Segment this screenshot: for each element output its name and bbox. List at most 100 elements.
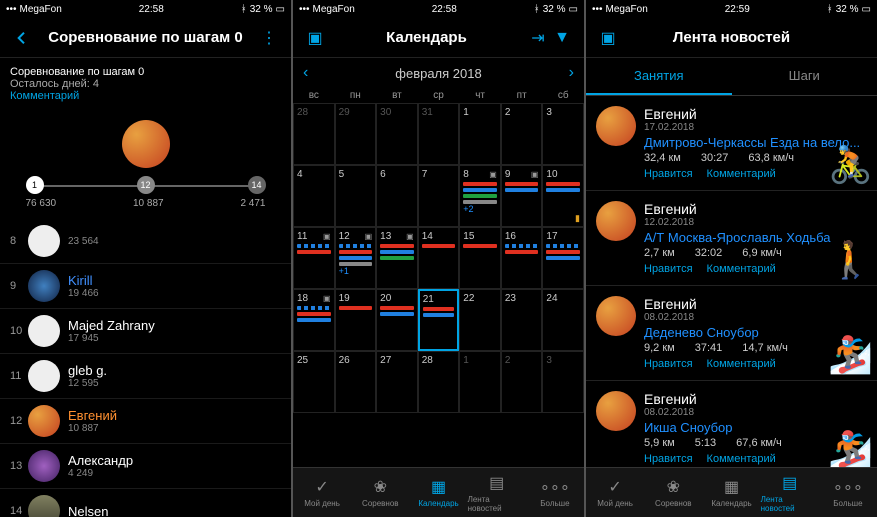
tab-myday[interactable]: ✓Мой день: [293, 468, 351, 517]
leaderboard-row[interactable]: 14 Nelsen: [0, 489, 291, 517]
prev-month-icon[interactable]: ‹: [303, 64, 308, 82]
header: ▣ Лента новостей: [586, 18, 877, 58]
calendar-cell[interactable]: 3: [542, 351, 584, 413]
competition-summary: Соревнование по шагам 0 Осталось дней: 4…: [0, 58, 291, 110]
calendar-cell[interactable]: 7: [418, 165, 460, 227]
calendar-cell[interactable]: 10▮: [542, 165, 584, 227]
calendar-cell[interactable]: 31: [418, 103, 460, 165]
like-button[interactable]: Нравится: [644, 168, 693, 180]
inbox-icon[interactable]: ▣: [303, 26, 327, 50]
like-button[interactable]: Нравится: [644, 263, 693, 275]
avatar: [596, 106, 636, 146]
activity-bar: [463, 244, 497, 248]
calendar-cell[interactable]: 17: [542, 227, 584, 289]
calendar-cell[interactable]: 21: [418, 289, 460, 351]
like-button[interactable]: Нравится: [644, 453, 693, 465]
calendar-cell[interactable]: 1: [459, 103, 501, 165]
calendar-cell[interactable]: 1: [459, 351, 501, 413]
calendar-cell[interactable]: 5: [335, 165, 377, 227]
avatar: [596, 201, 636, 241]
stat-speed: 6,9 км/ч: [742, 247, 782, 259]
laurel-icon: ❀: [374, 477, 387, 497]
next-month-icon[interactable]: ›: [569, 64, 574, 82]
comment-button[interactable]: Комментарий: [707, 263, 776, 275]
activity-date: 17.02.2018: [644, 122, 867, 133]
tab-newsfeed[interactable]: ▤Лента новостей: [761, 468, 819, 517]
tab-label: Календарь: [418, 499, 458, 508]
leaderboard-row[interactable]: 13 Александр 4 249: [0, 444, 291, 489]
filter-icon[interactable]: ▼: [550, 26, 574, 50]
tab-label: Мой день: [597, 499, 633, 508]
tab-competitions[interactable]: ❀Соревнов: [644, 468, 702, 517]
calendar-cell[interactable]: 24: [542, 289, 584, 351]
calendar-cell[interactable]: 27: [376, 351, 418, 413]
calendar-cell[interactable]: 2: [501, 351, 543, 413]
tab-more[interactable]: ∘∘∘Больше: [526, 468, 584, 517]
calendar-cell[interactable]: 15: [459, 227, 501, 289]
calendar-cell[interactable]: 12▣+1: [335, 227, 377, 289]
import-icon[interactable]: ⇥: [526, 26, 550, 50]
tab-calendar[interactable]: ▦Календарь: [702, 468, 760, 517]
weekday: вт: [376, 90, 418, 101]
tab-newsfeed[interactable]: ▤Лента новостей: [468, 468, 526, 517]
tab-calendar[interactable]: ▦Календарь: [409, 468, 467, 517]
tab-competitions[interactable]: ❀Соревнов: [351, 468, 409, 517]
month-label: февраля 2018: [395, 66, 481, 81]
calendar-cell[interactable]: 2: [501, 103, 543, 165]
calendar-cell[interactable]: 30: [376, 103, 418, 165]
calendar-cell[interactable]: 22: [459, 289, 501, 351]
tab-myday[interactable]: ✓Мой день: [586, 468, 644, 517]
tab-activities[interactable]: Занятия: [586, 58, 732, 95]
calendar-cell[interactable]: 16: [501, 227, 543, 289]
back-icon[interactable]: [10, 26, 34, 50]
tab-label: Лента новостей: [761, 495, 819, 513]
tab-more[interactable]: ∘∘∘Больше: [819, 468, 877, 517]
leaderboard-row[interactable]: 12 Евгений 10 887: [0, 399, 291, 444]
feed-item[interactable]: Евгений 08.02.2018 Икша Сноубор 5,9 км 5…: [586, 381, 877, 467]
leaderboard-row[interactable]: 10 Majed Zahrany 17 945: [0, 309, 291, 354]
activity-bars: [380, 306, 414, 316]
feed-item[interactable]: Евгений 17.02.2018 Дмитрово-Черкассы Езд…: [586, 96, 877, 191]
calendar-cell[interactable]: 14: [418, 227, 460, 289]
tab-label: Календарь: [711, 499, 751, 508]
track-labels: 76 630 10 887 2 471: [26, 198, 266, 209]
calendar-cell[interactable]: 13▣: [376, 227, 418, 289]
calendar-cell[interactable]: 4: [293, 165, 335, 227]
track-label: 10 887: [133, 198, 164, 209]
user-name: Евгений: [644, 296, 867, 312]
calendar-cell[interactable]: 20: [376, 289, 418, 351]
screen-newsfeed: •••MegaFon 22:59 ᚼ32 %▭ ▣ Лента новостей…: [586, 0, 877, 517]
calendar-cell[interactable]: 9▣: [501, 165, 543, 227]
calendar-cell[interactable]: 3: [542, 103, 584, 165]
weekday: ср: [418, 90, 460, 101]
calendar-cell[interactable]: 29: [335, 103, 377, 165]
weekday: пт: [501, 90, 543, 101]
calendar-cell[interactable]: 18▣: [293, 289, 335, 351]
comment-button[interactable]: Комментарий: [707, 453, 776, 465]
like-button[interactable]: Нравится: [644, 358, 693, 370]
inbox-icon[interactable]: ▣: [596, 26, 620, 50]
calendar-cell[interactable]: 28: [293, 103, 335, 165]
leaderboard-row[interactable]: 11 gleb g. 12 595: [0, 354, 291, 399]
feed-item[interactable]: Евгений 08.02.2018 Деденево Сноубор 9,2 …: [586, 286, 877, 381]
comment-button[interactable]: Комментарий: [707, 358, 776, 370]
battery-icon: ▭: [862, 4, 871, 15]
calendar-cell[interactable]: 28: [418, 351, 460, 413]
calendar-cell[interactable]: 23: [501, 289, 543, 351]
calendar-cell[interactable]: 8▣+2: [459, 165, 501, 227]
calendar-cell[interactable]: 11▣: [293, 227, 335, 289]
calendar-cell[interactable]: 19: [335, 289, 377, 351]
feed-item[interactable]: Евгений 12.02.2018 А/Т Москва-Ярославль …: [586, 191, 877, 286]
leaderboard-row[interactable]: 8 23 564: [0, 219, 291, 264]
comment-link[interactable]: Комментарий: [10, 90, 281, 102]
leaderboard-row[interactable]: 9 Kirill 19 466: [0, 264, 291, 309]
activity-type-icon: 🚶: [828, 239, 873, 281]
comment-button[interactable]: Комментарий: [707, 168, 776, 180]
menu-dots-icon[interactable]: ⋮: [257, 26, 281, 50]
tab-steps[interactable]: Шаги: [732, 58, 877, 95]
calendar-cell[interactable]: 6: [376, 165, 418, 227]
bluetooth-icon: ᚼ: [827, 4, 833, 15]
calendar-cell[interactable]: 26: [335, 351, 377, 413]
calendar-cell[interactable]: 25: [293, 351, 335, 413]
weekday: сб: [542, 90, 584, 101]
